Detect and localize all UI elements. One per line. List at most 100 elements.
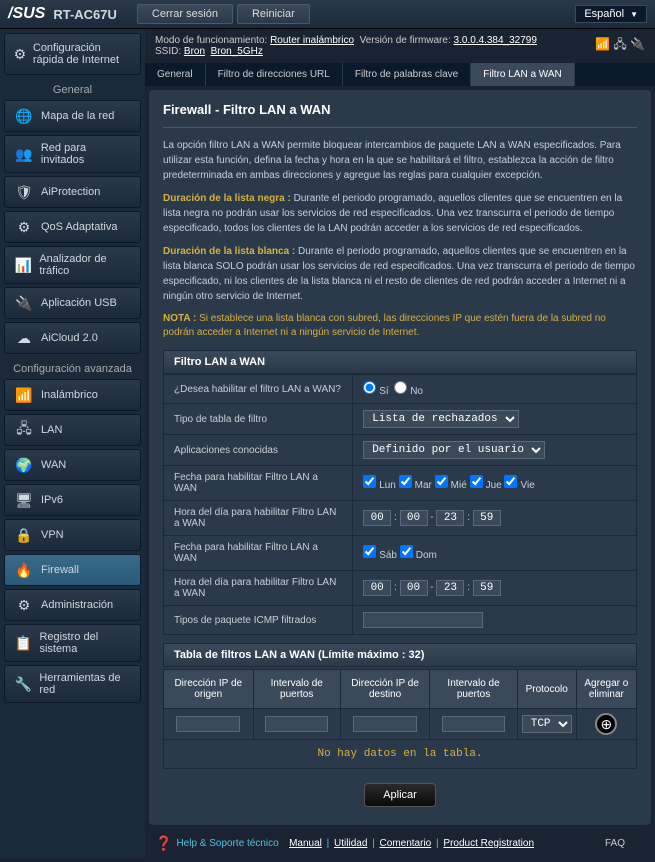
sidebar-item-3[interactable]: ⚙QoS Adaptativa — [4, 211, 141, 243]
day-checkbox[interactable]: Lun — [363, 480, 396, 491]
tab-2[interactable]: Filtro de palabras clave — [343, 63, 471, 86]
time2-label: Hora del día para habilitar Filtro LAN a… — [164, 571, 353, 606]
sidebar-adv-3[interactable]: 🖥IPv6 — [4, 484, 141, 516]
gear-icon: ⚙ — [13, 45, 27, 63]
hour-start[interactable] — [363, 580, 391, 596]
enable-yes[interactable]: Sí — [363, 386, 388, 397]
sidebar-item-label: Analizador de tráfico — [39, 253, 132, 277]
apply-button[interactable]: Aplicar — [364, 783, 436, 807]
hour-end[interactable] — [436, 510, 464, 526]
note: NOTA : Si establece una lista blanca con… — [163, 312, 637, 340]
filter-input-row: TCP ⊕ — [164, 709, 637, 740]
sidebar-quick-setup[interactable]: ⚙ Configuración rápida de Internet — [4, 33, 141, 75]
sidebar-item-label: Inalámbrico — [41, 389, 98, 401]
nav-icon: 📊 — [13, 256, 33, 274]
sidebar-item-label: Configuración rápida de Internet — [33, 42, 132, 66]
sidebar-item-0[interactable]: 🌐Mapa de la red — [4, 100, 141, 132]
sidebar-item-6[interactable]: ☁AiCloud 2.0 — [4, 322, 141, 354]
model-name: RT-AC67U — [53, 7, 117, 22]
day-checkbox[interactable]: Sáb — [363, 550, 397, 561]
add-button[interactable]: ⊕ — [595, 713, 617, 735]
col-header: Dirección IP de destino — [340, 670, 430, 709]
dst-ip-input[interactable] — [353, 716, 417, 732]
sidebar-item-label: Firewall — [41, 564, 79, 576]
time1-label: Hora del día para habilitar Filtro LAN a… — [164, 501, 353, 536]
day-checkbox[interactable]: Dom — [400, 550, 437, 561]
protocol-select[interactable]: TCP — [522, 715, 572, 733]
col-header: Dirección IP de origen — [164, 670, 254, 709]
day-checkbox[interactable]: Jue — [470, 480, 502, 491]
footer-link-2[interactable]: Comentario — [380, 838, 432, 849]
day-checkbox[interactable]: Mié — [435, 480, 467, 491]
sidebar-adv-5[interactable]: 🔥 Firewall — [4, 554, 141, 586]
sidebar-adv-8[interactable]: 🔧Herramientas de red — [4, 665, 141, 703]
tab-1[interactable]: Filtro de direcciones URL — [206, 63, 343, 86]
sidebar-item-label: Administración — [41, 599, 113, 611]
no-data-message: No hay datos en la tabla. — [163, 740, 637, 769]
blacklist-desc: Duración de la lista negra : Durante el … — [163, 191, 637, 236]
col-header: Agregar o eliminar — [576, 670, 636, 709]
min-end[interactable] — [473, 510, 501, 526]
sidebar-item-label: LAN — [41, 424, 62, 436]
help-icon: ❓ — [155, 835, 172, 852]
mode-link[interactable]: Router inalámbrico — [270, 35, 354, 46]
date1-label: Fecha para habilitar Filtro LAN a WAN — [164, 466, 353, 501]
sidebar-adv-0[interactable]: 📶Inalámbrico — [4, 379, 141, 411]
sidebar-adv-4[interactable]: 🔒VPN — [4, 519, 141, 551]
enable-label: ¿Desea habilitar el filtro LAN a WAN? — [164, 375, 353, 404]
apps-label: Aplicaciones conocidas — [164, 435, 353, 466]
footer-link-3[interactable]: Product Registration — [443, 838, 534, 849]
sidebar-item-2[interactable]: 🛡AiProtection — [4, 176, 141, 208]
filter-table: Dirección IP de origenIntervalo de puert… — [163, 669, 637, 740]
fw-link[interactable]: 3.0.0.4.384_32799 — [454, 35, 537, 46]
tab-3[interactable]: Filtro LAN a WAN — [471, 63, 575, 86]
hour-end[interactable] — [436, 580, 464, 596]
enable-no[interactable]: No — [394, 386, 423, 397]
src-ip-input[interactable] — [176, 716, 240, 732]
sidebar-adv-2[interactable]: 🌍WAN — [4, 449, 141, 481]
sidebar-adv-1[interactable]: 🖧LAN — [4, 414, 141, 446]
sidebar-item-label: VPN — [41, 529, 64, 541]
sidebar-item-label: Red para invitados — [41, 142, 132, 166]
nav-icon: 🌍 — [13, 456, 35, 474]
reboot-button[interactable]: Reiniciar — [237, 4, 310, 24]
tab-0[interactable]: General — [145, 63, 206, 86]
icmp-label: Tipos de paquete ICMP filtrados — [164, 606, 353, 635]
footer-link-1[interactable]: Utilidad — [334, 838, 367, 849]
day-checkbox[interactable]: Mar — [399, 480, 432, 491]
sidebar-adv-7[interactable]: 📋Registro del sistema — [4, 624, 141, 662]
icmp-input[interactable] — [363, 612, 483, 628]
src-port-input[interactable] — [265, 716, 328, 732]
sidebar-item-label: QoS Adaptativa — [41, 221, 117, 233]
min-start[interactable] — [400, 580, 428, 596]
content-panel: Firewall - Filtro LAN a WAN La opción fi… — [149, 90, 651, 825]
header: /SUS RT-AC67U Cerrar sesión Reiniciar Es… — [0, 0, 655, 29]
ssid1-link[interactable]: Bron — [184, 46, 205, 57]
sidebar-adv-6[interactable]: ⚙ Administración — [4, 589, 141, 621]
hour-start[interactable] — [363, 510, 391, 526]
sidebar-item-label: IPv6 — [41, 494, 63, 506]
dst-port-input[interactable] — [442, 716, 505, 732]
known-apps-select[interactable]: Definido por el usuario — [363, 441, 545, 459]
footer-link-0[interactable]: Manual — [289, 838, 322, 849]
nav-icon: ⚙ — [13, 596, 35, 614]
language-selector[interactable]: Español ▼ — [575, 5, 647, 23]
filter-type-select[interactable]: Lista de rechazados — [363, 410, 519, 428]
sidebar-item-1[interactable]: 👥Red para invitados — [4, 135, 141, 173]
nav-icon: 🔥 — [13, 561, 35, 579]
min-start[interactable] — [400, 510, 428, 526]
sidebar-section-general: General — [4, 78, 141, 100]
ssid2-link[interactable]: Bron_5GHz — [211, 46, 263, 57]
tab-bar: GeneralFiltro de direcciones URLFiltro d… — [145, 63, 655, 86]
sidebar-item-5[interactable]: 🔌Aplicación USB — [4, 287, 141, 319]
sidebar-item-label: Registro del sistema — [39, 631, 132, 655]
sidebar-item-4[interactable]: 📊 Analizador de tráfico — [4, 246, 141, 284]
col-header: Protocolo — [517, 670, 576, 709]
sidebar: ⚙ Configuración rápida de Internet Gener… — [0, 29, 145, 858]
sidebar-item-label: Mapa de la red — [41, 110, 114, 122]
sidebar-section-advanced: Configuración avanzada — [4, 357, 141, 379]
logout-button[interactable]: Cerrar sesión — [137, 4, 233, 24]
faq-link[interactable]: FAQ — [605, 838, 625, 849]
min-end[interactable] — [473, 580, 501, 596]
day-checkbox[interactable]: Vie — [504, 480, 534, 491]
